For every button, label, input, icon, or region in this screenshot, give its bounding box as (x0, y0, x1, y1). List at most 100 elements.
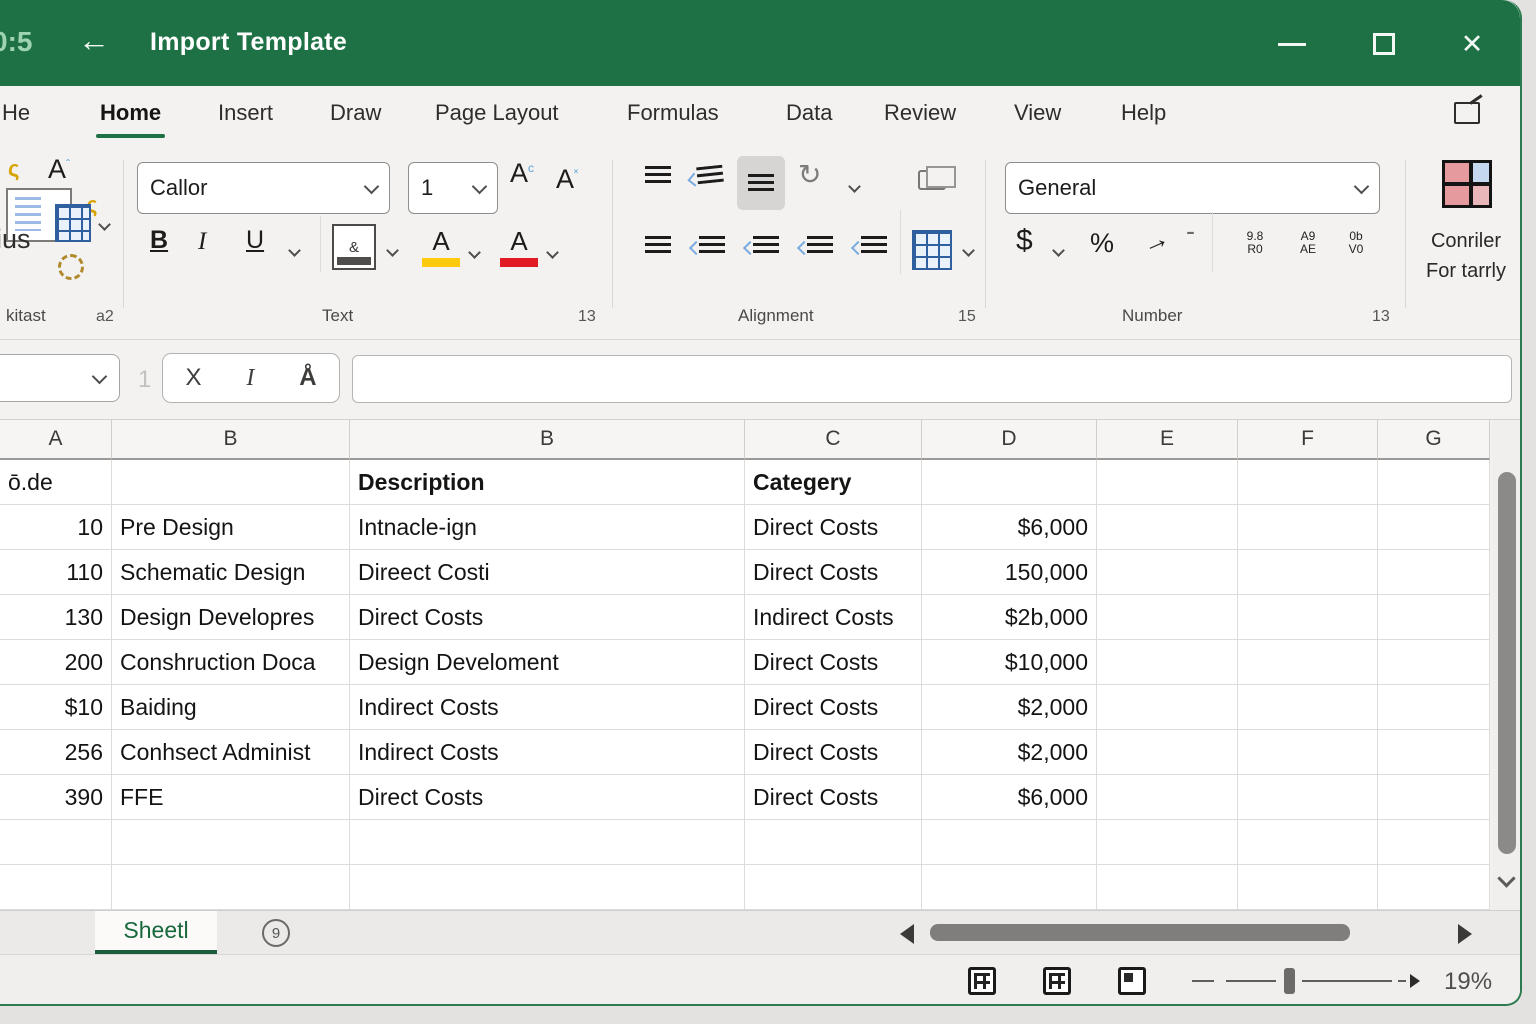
sheet-tab[interactable]: Sheetl (95, 911, 217, 954)
cell[interactable] (0, 865, 112, 910)
cell[interactable]: FFE (112, 775, 350, 820)
italic-button[interactable]: I (198, 228, 206, 256)
zoom-slider-track[interactable] (1302, 980, 1392, 982)
cell[interactable]: Description (350, 460, 745, 505)
cell[interactable]: Intnacle-ign (350, 505, 745, 550)
chevron-down-icon[interactable] (962, 244, 975, 257)
cell[interactable]: Categery (745, 460, 922, 505)
bottom-align-icon[interactable] (748, 174, 774, 191)
cancel-button[interactable]: X (185, 364, 201, 392)
cell[interactable] (1238, 550, 1378, 595)
decrease-font-size-icon[interactable]: A˟ (556, 164, 578, 195)
chevron-down-icon[interactable] (386, 244, 399, 257)
cell[interactable]: Indirect Costs (350, 685, 745, 730)
tab-home[interactable]: Home (95, 100, 166, 138)
tab-review[interactable]: Review (884, 100, 956, 126)
merge-center-icon[interactable] (912, 230, 952, 270)
currency-icon[interactable]: $ (1016, 224, 1033, 258)
column-header[interactable]: F (1238, 420, 1378, 460)
cell[interactable] (1097, 595, 1238, 640)
cell[interactable]: Pre Design (112, 505, 350, 550)
column-header[interactable]: C (745, 420, 922, 460)
cell[interactable]: $2,000 (922, 685, 1097, 730)
cell[interactable] (1238, 460, 1378, 505)
format-painter-icon[interactable]: Aˆ (48, 154, 70, 185)
chevron-down-icon[interactable] (468, 246, 481, 259)
cell[interactable]: 390 (0, 775, 112, 820)
font-color-icon[interactable]: A (500, 226, 538, 267)
conditional-formatting-icon[interactable] (1442, 160, 1492, 208)
column-header[interactable]: G (1378, 420, 1490, 460)
cell[interactable]: Schematic Design (112, 550, 350, 595)
cell[interactable]: Direct Costs (745, 550, 922, 595)
cell[interactable] (1238, 640, 1378, 685)
cell[interactable] (1238, 685, 1378, 730)
tab-file-partial[interactable]: He (2, 100, 30, 126)
font-size-select[interactable]: 1 (408, 162, 498, 214)
cell[interactable]: $10 (0, 685, 112, 730)
cell[interactable]: Direct Costs (745, 730, 922, 775)
cell[interactable] (1378, 550, 1490, 595)
cell[interactable] (922, 460, 1097, 505)
clipboard-dialog-launcher[interactable]: a2 (96, 308, 114, 326)
cell[interactable] (1378, 865, 1490, 910)
scroll-down-icon[interactable] (1497, 869, 1516, 888)
cell[interactable] (1238, 595, 1378, 640)
page-break-view-icon[interactable] (1118, 967, 1146, 995)
cell[interactable] (1378, 460, 1490, 505)
cell[interactable]: ō.de (0, 460, 112, 505)
tab-draw[interactable]: Draw (330, 100, 381, 126)
conditional-formatting-label-line1[interactable]: Conriler (1396, 230, 1520, 253)
vertical-scrollbar-thumb[interactable] (1498, 472, 1516, 854)
minimize-button[interactable] (1272, 24, 1312, 64)
cell[interactable] (1097, 820, 1238, 865)
middle-align-icon[interactable] (696, 164, 724, 185)
cell[interactable]: Indirect Costs (350, 730, 745, 775)
cell[interactable] (1097, 505, 1238, 550)
cell[interactable]: Design Develoment (350, 640, 745, 685)
cell[interactable] (1097, 775, 1238, 820)
cell[interactable] (1097, 685, 1238, 730)
cell[interactable]: 110 (0, 550, 112, 595)
cell[interactable] (1238, 505, 1378, 550)
clipboard-wheel-icon[interactable] (58, 254, 84, 280)
cell[interactable] (922, 865, 1097, 910)
cell[interactable]: 200 (0, 640, 112, 685)
cell[interactable]: Direct Costs (745, 505, 922, 550)
top-align-icon[interactable] (645, 166, 671, 183)
cell[interactable]: Direct Costs (745, 640, 922, 685)
orientation-icon[interactable]: ↻ (798, 158, 821, 191)
cell[interactable]: Direct Costs (350, 595, 745, 640)
cell[interactable]: $6,000 (922, 775, 1097, 820)
align-left-icon[interactable] (645, 236, 671, 253)
increase-font-size-icon[interactable]: Ac (510, 158, 534, 189)
vertical-scrollbar[interactable] (1492, 420, 1520, 910)
cell[interactable]: Conhsect Administ (112, 730, 350, 775)
cell[interactable] (1238, 775, 1378, 820)
cell[interactable] (1378, 820, 1490, 865)
zoom-slider-thumb[interactable] (1284, 968, 1295, 994)
column-header[interactable]: B (350, 420, 745, 460)
page-layout-view-icon[interactable] (1043, 967, 1071, 995)
cell[interactable]: Direct Costs (745, 775, 922, 820)
cell[interactable]: Direct Costs (350, 775, 745, 820)
cell[interactable]: $2,000 (922, 730, 1097, 775)
number-dialog-launcher[interactable]: 13 (1372, 308, 1390, 326)
cell[interactable] (1378, 685, 1490, 730)
insert-function-button[interactable]: Å (299, 364, 316, 392)
bold-button[interactable]: B (150, 226, 168, 255)
formula-input[interactable] (352, 355, 1512, 403)
cell[interactable] (112, 460, 350, 505)
ribbon-options-icon[interactable] (1454, 102, 1480, 124)
cell[interactable]: Design Developres (112, 595, 350, 640)
cell[interactable]: 256 (0, 730, 112, 775)
cell[interactable]: Direect Costi (350, 550, 745, 595)
column-header[interactable]: D (922, 420, 1097, 460)
chevron-down-icon[interactable] (546, 246, 559, 259)
cell[interactable] (1378, 505, 1490, 550)
chevron-down-icon[interactable] (1052, 244, 1065, 257)
cell[interactable] (745, 820, 922, 865)
alignment-dialog-launcher[interactable]: 15 (958, 308, 976, 326)
cell[interactable]: Baiding (112, 685, 350, 730)
zoom-level[interactable]: 19% (1444, 968, 1492, 996)
